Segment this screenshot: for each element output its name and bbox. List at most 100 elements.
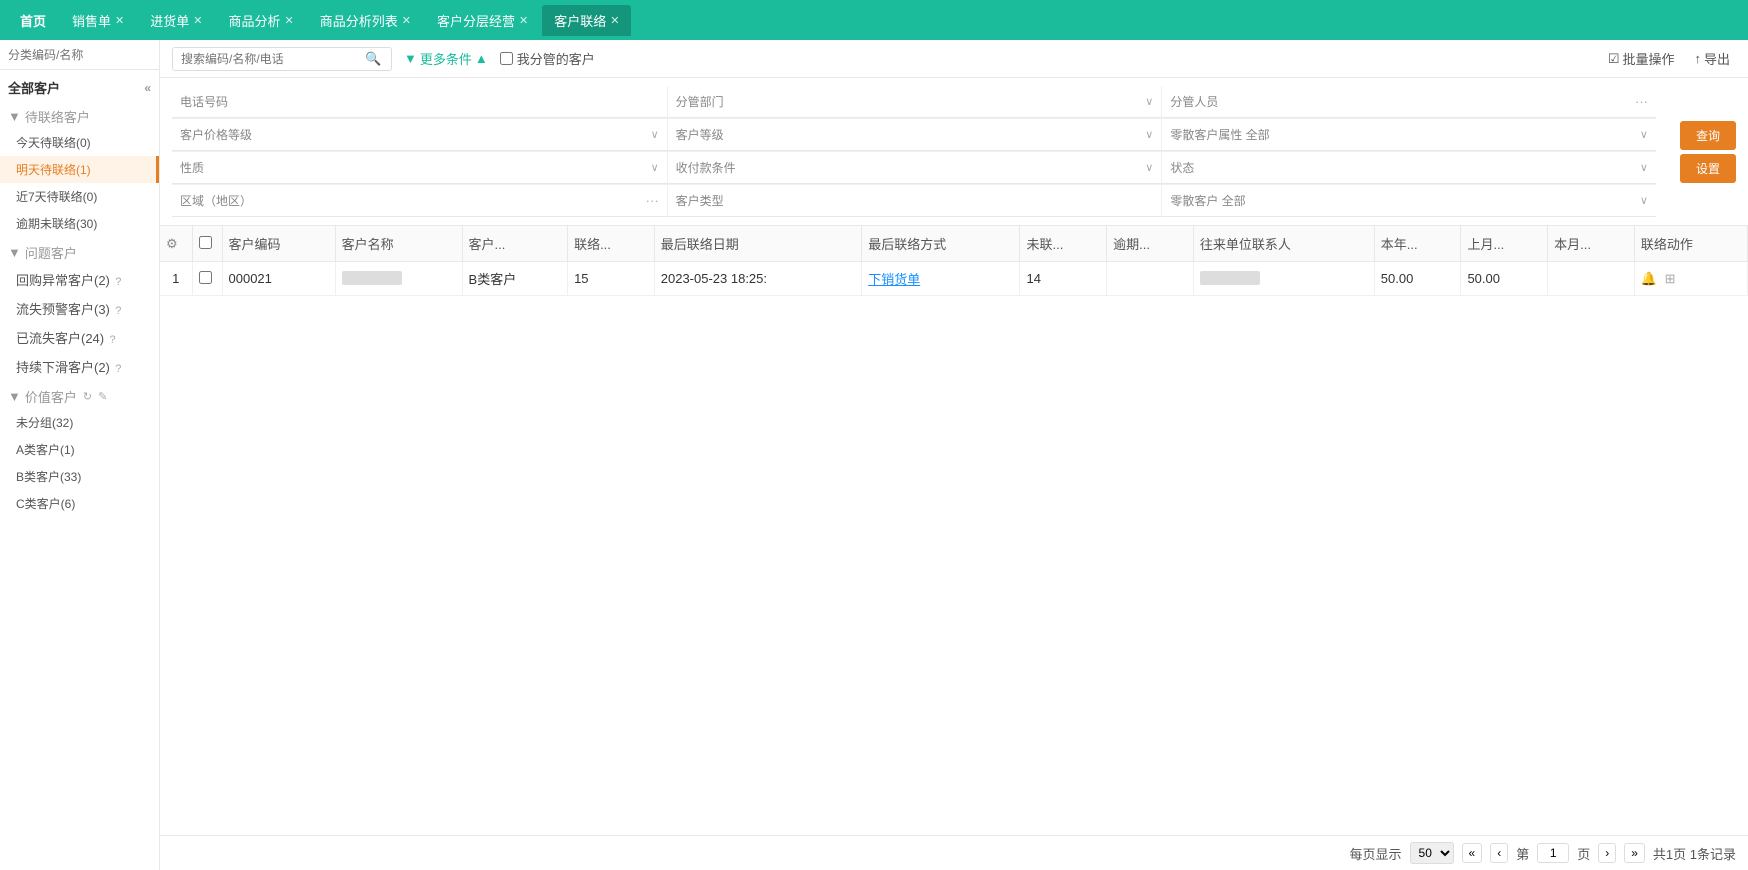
col-contact-header: 联络... [568, 226, 655, 262]
search-bar-right: ☑ 批量操作 ↑ 导出 [1602, 46, 1736, 71]
sidebar-item-today[interactable]: 今天待联络(0) [0, 129, 159, 156]
action-icon-1[interactable]: 🔔 [1641, 271, 1657, 286]
prev-page-btn[interactable]: ‹ [1490, 843, 1508, 863]
sidebar-item-lost-warning[interactable]: 流失预警客户(3) ? [0, 294, 159, 323]
col-overdue-header: 逾期... [1107, 226, 1194, 262]
row-last-month: 50.00 [1461, 262, 1548, 296]
col-name-header: 客户名称 [335, 226, 462, 262]
edit-icon[interactable]: ✎ [98, 390, 107, 403]
my-customers-checkbox-label[interactable]: 我分管的客户 [500, 49, 595, 68]
total-label: 共1页 1条记录 [1653, 844, 1736, 863]
filter-dept-value[interactable]: ∨ [746, 95, 1154, 108]
sidebar-search-input[interactable] [8, 48, 160, 62]
action-icon-2[interactable]: ⊞ [1665, 271, 1676, 286]
col-unlink-header: 未联... [1020, 226, 1107, 262]
last-method-link[interactable]: 下销货单 [868, 272, 920, 287]
help-icon-3: ? [109, 334, 115, 346]
row-overdue [1107, 262, 1194, 296]
filter-region-label: 区域（地区） [180, 192, 252, 209]
nav-close-purchase[interactable]: ✕ [193, 14, 202, 27]
first-page-btn[interactable]: « [1462, 843, 1483, 863]
filter-retail-customer-value[interactable]: ∨ [1246, 194, 1648, 207]
page-suffix: 页 [1577, 844, 1590, 863]
table-area: ⚙ 客户编码 客户名称 客户... [160, 226, 1748, 835]
sidebar-item-7days[interactable]: 近7天待联络(0) [0, 183, 159, 210]
nav-close-customer-tier[interactable]: ✕ [519, 14, 528, 27]
page-size-select[interactable]: 50 [1410, 842, 1454, 864]
export-button[interactable]: ↑ 导出 [1688, 46, 1736, 71]
nav-item-purchase[interactable]: 进货单 ✕ [138, 5, 214, 36]
filter-nature-label: 性质 [180, 159, 250, 176]
more-conditions-btn[interactable]: ▼ 更多条件 ▲ [404, 49, 488, 68]
filter-main: 电话号码 分管部门 ∨ 分管人员 ··· [160, 78, 1668, 225]
nav-close-sales[interactable]: ✕ [115, 14, 124, 27]
sidebar-all-customers[interactable]: 全部客户 « [0, 70, 159, 101]
row-type: B类客户 [462, 262, 568, 296]
filter-customer-level-value[interactable]: ∨ [746, 128, 1154, 141]
col-checkbox-header [192, 226, 222, 262]
filter-status-label: 状态 [1170, 159, 1240, 176]
filter-status-value[interactable]: ∨ [1240, 161, 1648, 174]
filter-price-value[interactable]: ∨ [252, 128, 659, 141]
filter-price-label: 客户价格等级 [180, 126, 252, 143]
search-input[interactable] [181, 52, 361, 66]
query-button[interactable]: 查询 [1680, 121, 1736, 150]
nav-item-home[interactable]: 首页 [8, 5, 58, 36]
select-all-checkbox[interactable] [199, 236, 212, 249]
filter-region: 区域（地区） ··· [172, 185, 667, 217]
sidebar-item-b-class[interactable]: B类客户(33) [0, 463, 159, 490]
filter-region-value[interactable]: ··· [252, 193, 659, 208]
nav-close-customer-contact[interactable]: ✕ [610, 14, 619, 27]
company-contact-blurred [1200, 271, 1260, 285]
sidebar-item-overdue[interactable]: 逾期未联络(30) [0, 210, 159, 237]
sidebar-collapse-icon: « [144, 81, 151, 95]
sidebar-item-a-class[interactable]: A类客户(1) [0, 436, 159, 463]
col-last-date-header: 最后联络日期 [654, 226, 861, 262]
filter-retail-attr-label: 零散客户属性 全部 [1170, 126, 1269, 143]
dropdown-arrow-price: ∨ [651, 128, 659, 141]
top-navigation: 首页 销售单 ✕ 进货单 ✕ 商品分析 ✕ 商品分析列表 ✕ 客户分层经营 ✕ … [0, 0, 1748, 40]
sidebar-item-c-class[interactable]: C类客户(6) [0, 490, 159, 517]
nav-close-analysis[interactable]: ✕ [285, 14, 294, 27]
filter-person-value[interactable]: ··· [1240, 94, 1648, 109]
my-customers-checkbox[interactable] [500, 52, 513, 65]
page-size-label: 每页显示 [1350, 844, 1402, 863]
next-page-btn[interactable]: › [1598, 843, 1616, 863]
last-page-btn[interactable]: » [1624, 843, 1645, 863]
dropdown-arrow-status: ∨ [1640, 161, 1648, 174]
filter-retail-customer-label: 零散客户 全部 [1170, 192, 1245, 209]
filter-status: 状态 ∨ [1161, 152, 1656, 184]
sidebar-item-declining[interactable]: 持续下滑客户(2) ? [0, 352, 159, 381]
dropdown-arrow-dept: ∨ [1145, 95, 1153, 108]
nav-item-analysis-list[interactable]: 商品分析列表 ✕ [308, 5, 423, 36]
filter-payment-value[interactable]: ∨ [746, 161, 1154, 174]
filter-nature-value[interactable]: ∨ [250, 161, 659, 174]
col-last-month-header: 上月... [1461, 226, 1548, 262]
current-page-input[interactable] [1537, 843, 1569, 863]
row-unlink-days: 14 [1020, 262, 1107, 296]
nav-item-sales[interactable]: 销售单 ✕ [60, 5, 136, 36]
refresh-icon[interactable]: ↻ [83, 390, 92, 403]
filter-retail-attr-value[interactable]: ∨ [1270, 128, 1648, 141]
search-bar: 🔍 ▼ 更多条件 ▲ 我分管的客户 ☑ 批量操作 ↑ 导出 [160, 40, 1748, 78]
col-this-year-header: 本年... [1374, 226, 1461, 262]
settings-button[interactable]: 设置 [1680, 154, 1736, 183]
sidebar-search-wrapper: 🔍 [0, 40, 159, 70]
settings-icon[interactable]: ⚙ [166, 236, 178, 251]
nav-item-analysis[interactable]: 商品分析 ✕ [216, 5, 305, 36]
nav-item-customer-contact[interactable]: 客户联络 ✕ [542, 5, 631, 36]
col-code-header: 客户编码 [222, 226, 335, 262]
nav-close-analysis-list[interactable]: ✕ [402, 14, 411, 27]
checkbox-icon: ☑ [1608, 51, 1620, 67]
row-checkbox[interactable] [199, 271, 212, 284]
sidebar-item-tomorrow[interactable]: 明天待联络(1) [0, 156, 159, 183]
row-actions: 🔔 ⊞ [1634, 262, 1747, 296]
customer-name-blurred [342, 271, 402, 285]
batch-op-button[interactable]: ☑ 批量操作 [1602, 46, 1681, 71]
sidebar-item-abnormal[interactable]: 回购异常客户(2) ? [0, 265, 159, 294]
filter-phone-input[interactable] [250, 95, 659, 109]
sidebar-item-lost[interactable]: 已流失客户(24) ? [0, 323, 159, 352]
sidebar-item-ungrouped[interactable]: 未分组(32) [0, 409, 159, 436]
nav-item-customer-tier[interactable]: 客户分层经营 ✕ [425, 5, 540, 36]
search-icon[interactable]: 🔍 [365, 51, 381, 67]
